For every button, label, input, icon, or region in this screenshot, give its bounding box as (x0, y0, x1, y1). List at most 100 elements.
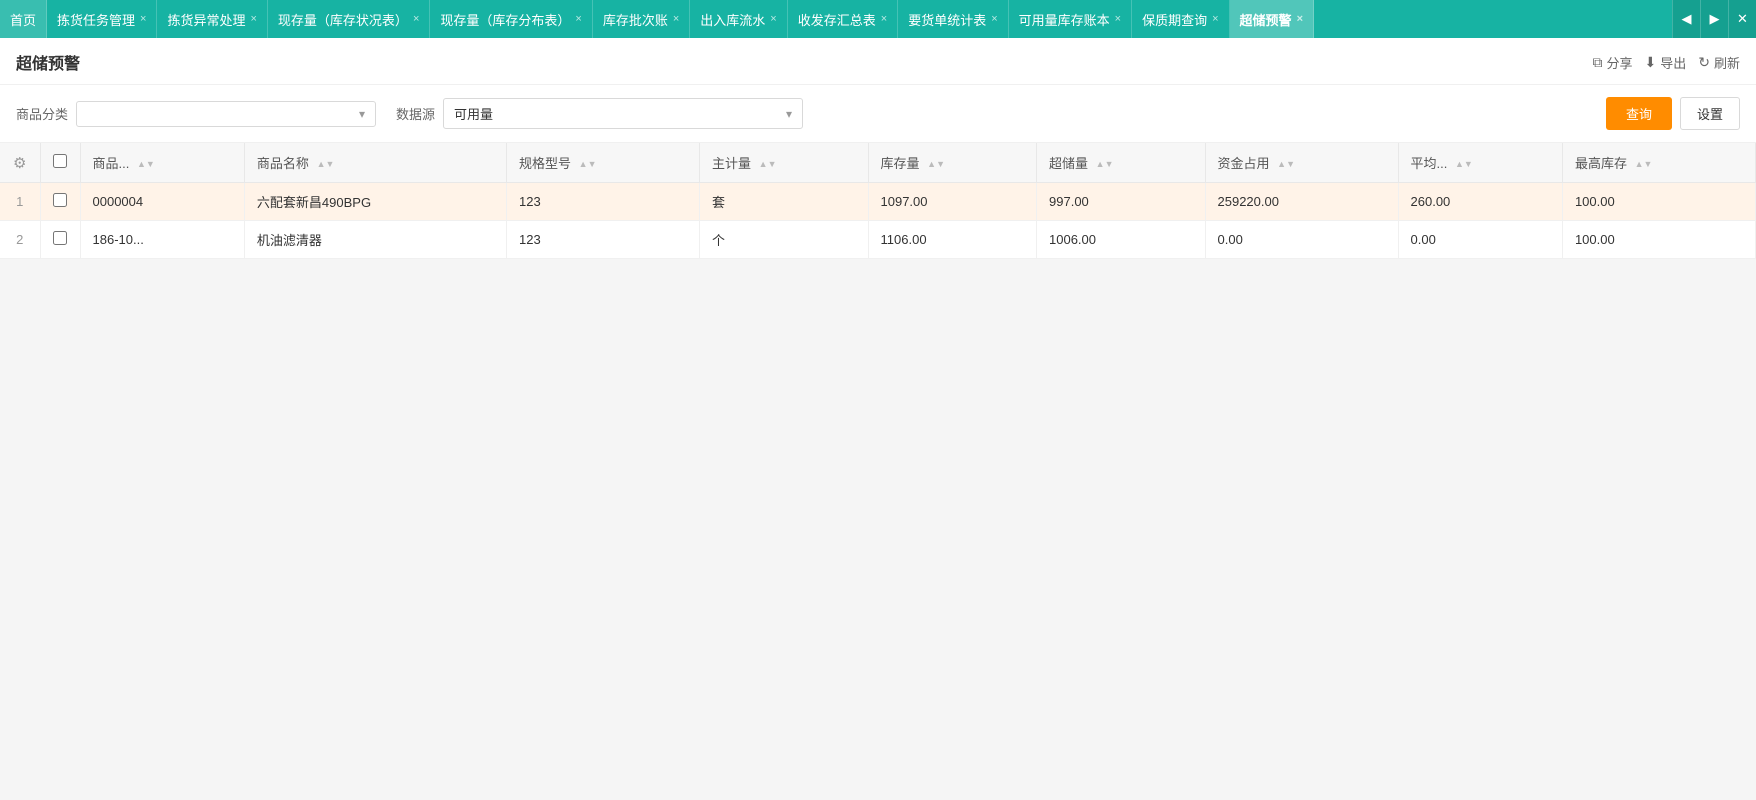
datasource-select[interactable]: 可用量 ▾ (443, 98, 803, 129)
row-name: 机油滤清器 (244, 221, 506, 259)
table-body: 1 0000004 六配套新昌490BPG 123 套 1097.00 997.… (0, 183, 1756, 259)
query-button[interactable]: 查询 (1606, 97, 1672, 130)
close-icon[interactable]: × (413, 13, 419, 25)
row-num: 2 (0, 221, 40, 259)
sort-icon: ▲▼ (1277, 160, 1295, 169)
row-unit: 个 (700, 221, 869, 259)
row-overstock: 1006.00 (1037, 221, 1206, 259)
sort-icon: ▲▼ (1096, 160, 1114, 169)
table-row: 1 0000004 六配套新昌490BPG 123 套 1097.00 997.… (0, 183, 1756, 221)
nav-abnormal-proc[interactable]: 拣货异常处理 × (157, 0, 267, 38)
row-capital: 0.00 (1205, 221, 1398, 259)
row-code: 0000004 (80, 183, 244, 221)
row-unit: 套 (700, 183, 869, 221)
close-icon[interactable]: × (575, 13, 581, 25)
chevron-down-icon: ▾ (786, 107, 792, 121)
close-icon[interactable]: × (770, 13, 776, 25)
refresh-icon: ↻ (1698, 54, 1710, 71)
col-header-max-stock[interactable]: 最高库存 ▲▼ (1562, 143, 1755, 183)
sort-icon: ▲▼ (1635, 160, 1653, 169)
col-header-gear: ⚙ (0, 143, 40, 183)
row-checkbox[interactable] (53, 231, 67, 245)
col-header-overstock[interactable]: 超储量 ▲▼ (1037, 143, 1206, 183)
export-button[interactable]: ⬇ 导出 (1645, 53, 1687, 72)
nav-task-mgmt[interactable]: 拣货任务管理 × (47, 0, 157, 38)
refresh-button[interactable]: ↻ 刷新 (1698, 53, 1740, 72)
datasource-label: 数据源 (396, 104, 435, 123)
nav-quality-check[interactable]: 保质期查询 × (1132, 0, 1229, 38)
col-header-code[interactable]: 商品... ▲▼ (80, 143, 244, 183)
row-check-cell (40, 221, 80, 259)
category-filter-group: 商品分类 ▾ (16, 101, 376, 127)
row-avg: 0.00 (1398, 221, 1562, 259)
row-stock: 1106.00 (868, 221, 1037, 259)
row-code: 186-10... (80, 221, 244, 259)
close-icon[interactable]: × (1212, 13, 1218, 25)
nav-inout-flow[interactable]: 出入库流水 × (690, 0, 787, 38)
sort-icon: ▲▼ (927, 160, 945, 169)
col-header-name[interactable]: 商品名称 ▲▼ (244, 143, 506, 183)
settings-button[interactable]: 设置 (1680, 97, 1740, 130)
header-actions: ⧉ 分享 ⬇ 导出 ↻ 刷新 (1592, 53, 1740, 72)
category-label: 商品分类 (16, 104, 68, 123)
nav-batch-account[interactable]: 库存批次账 × (593, 0, 690, 38)
nav-close-all[interactable]: ✕ (1728, 0, 1756, 38)
nav-scroll-left[interactable]: ◀ (1672, 0, 1700, 38)
close-icon[interactable]: × (1115, 13, 1121, 25)
page-content: 超储预警 ⧉ 分享 ⬇ 导出 ↻ 刷新 商品分类 ▾ 数据源 (0, 38, 1756, 259)
sort-icon: ▲▼ (137, 160, 155, 169)
share-button[interactable]: ⧉ 分享 (1592, 53, 1632, 72)
export-icon: ⬇ (1645, 54, 1657, 71)
close-icon[interactable]: × (140, 13, 146, 25)
overstock-table: ⚙ 商品... ▲▼ 商品名称 ▲▼ 规格型号 ▲▼ (0, 143, 1756, 259)
close-icon[interactable]: × (673, 13, 679, 25)
close-icon[interactable]: × (1297, 13, 1303, 25)
nav-home[interactable]: 首页 (0, 0, 47, 38)
col-header-avg[interactable]: 平均... ▲▼ (1398, 143, 1562, 183)
row-spec: 123 (507, 221, 700, 259)
nav-receive-summary[interactable]: 收发存汇总表 × (788, 0, 898, 38)
row-checkbox[interactable] (53, 193, 67, 207)
category-select[interactable]: ▾ (76, 101, 376, 127)
col-header-stock[interactable]: 库存量 ▲▼ (868, 143, 1037, 183)
sort-icon: ▲▼ (759, 160, 777, 169)
nav-inventory-status[interactable]: 现存量（库存状况表） × (268, 0, 430, 38)
share-icon: ⧉ (1592, 54, 1602, 71)
nav-scroll-right[interactable]: ▶ (1700, 0, 1728, 38)
close-icon[interactable]: × (250, 13, 256, 25)
row-name: 六配套新昌490BPG (244, 183, 506, 221)
gear-icon[interactable]: ⚙ (13, 155, 26, 172)
row-max-stock: 100.00 (1562, 221, 1755, 259)
close-icon[interactable]: × (991, 13, 997, 25)
col-header-capital[interactable]: 资金占用 ▲▼ (1205, 143, 1398, 183)
row-check-cell (40, 183, 80, 221)
datasource-filter-group: 数据源 可用量 ▾ (396, 98, 803, 129)
row-overstock: 997.00 (1037, 183, 1206, 221)
filter-buttons: 查询 设置 (1606, 97, 1740, 130)
filter-row: 商品分类 ▾ 数据源 可用量 ▾ 查询 设置 (0, 85, 1756, 143)
data-table-container: ⚙ 商品... ▲▼ 商品名称 ▲▼ 规格型号 ▲▼ (0, 143, 1756, 259)
nav-inventory-dist[interactable]: 现存量（库存分布表） × (430, 0, 592, 38)
col-header-check (40, 143, 80, 183)
select-all-checkbox[interactable] (53, 154, 67, 168)
row-spec: 123 (507, 183, 700, 221)
page-title: 超储预警 (16, 50, 80, 74)
sort-icon: ▲▼ (317, 160, 335, 169)
top-navigation: 首页 拣货任务管理 × 拣货异常处理 × 现存量（库存状况表） × 现存量（库存… (0, 0, 1756, 38)
page-header: 超储预警 ⧉ 分享 ⬇ 导出 ↻ 刷新 (0, 38, 1756, 85)
chevron-down-icon: ▾ (359, 107, 365, 121)
table-header-row: ⚙ 商品... ▲▼ 商品名称 ▲▼ 规格型号 ▲▼ (0, 143, 1756, 183)
datasource-value: 可用量 (454, 104, 493, 123)
col-header-unit[interactable]: 主计量 ▲▼ (700, 143, 869, 183)
row-stock: 1097.00 (868, 183, 1037, 221)
sort-icon: ▲▼ (579, 160, 597, 169)
nav-overstock-warning[interactable]: 超储预警 × (1230, 0, 1314, 38)
sort-icon: ▲▼ (1455, 160, 1473, 169)
nav-order-stats[interactable]: 要货单统计表 × (898, 0, 1008, 38)
nav-scroll-arrows: ◀ ▶ ✕ (1672, 0, 1756, 38)
row-capital: 259220.00 (1205, 183, 1398, 221)
close-icon[interactable]: × (881, 13, 887, 25)
nav-available-account[interactable]: 可用量库存账本 × (1009, 0, 1132, 38)
col-header-spec[interactable]: 规格型号 ▲▼ (507, 143, 700, 183)
row-num: 1 (0, 183, 40, 221)
